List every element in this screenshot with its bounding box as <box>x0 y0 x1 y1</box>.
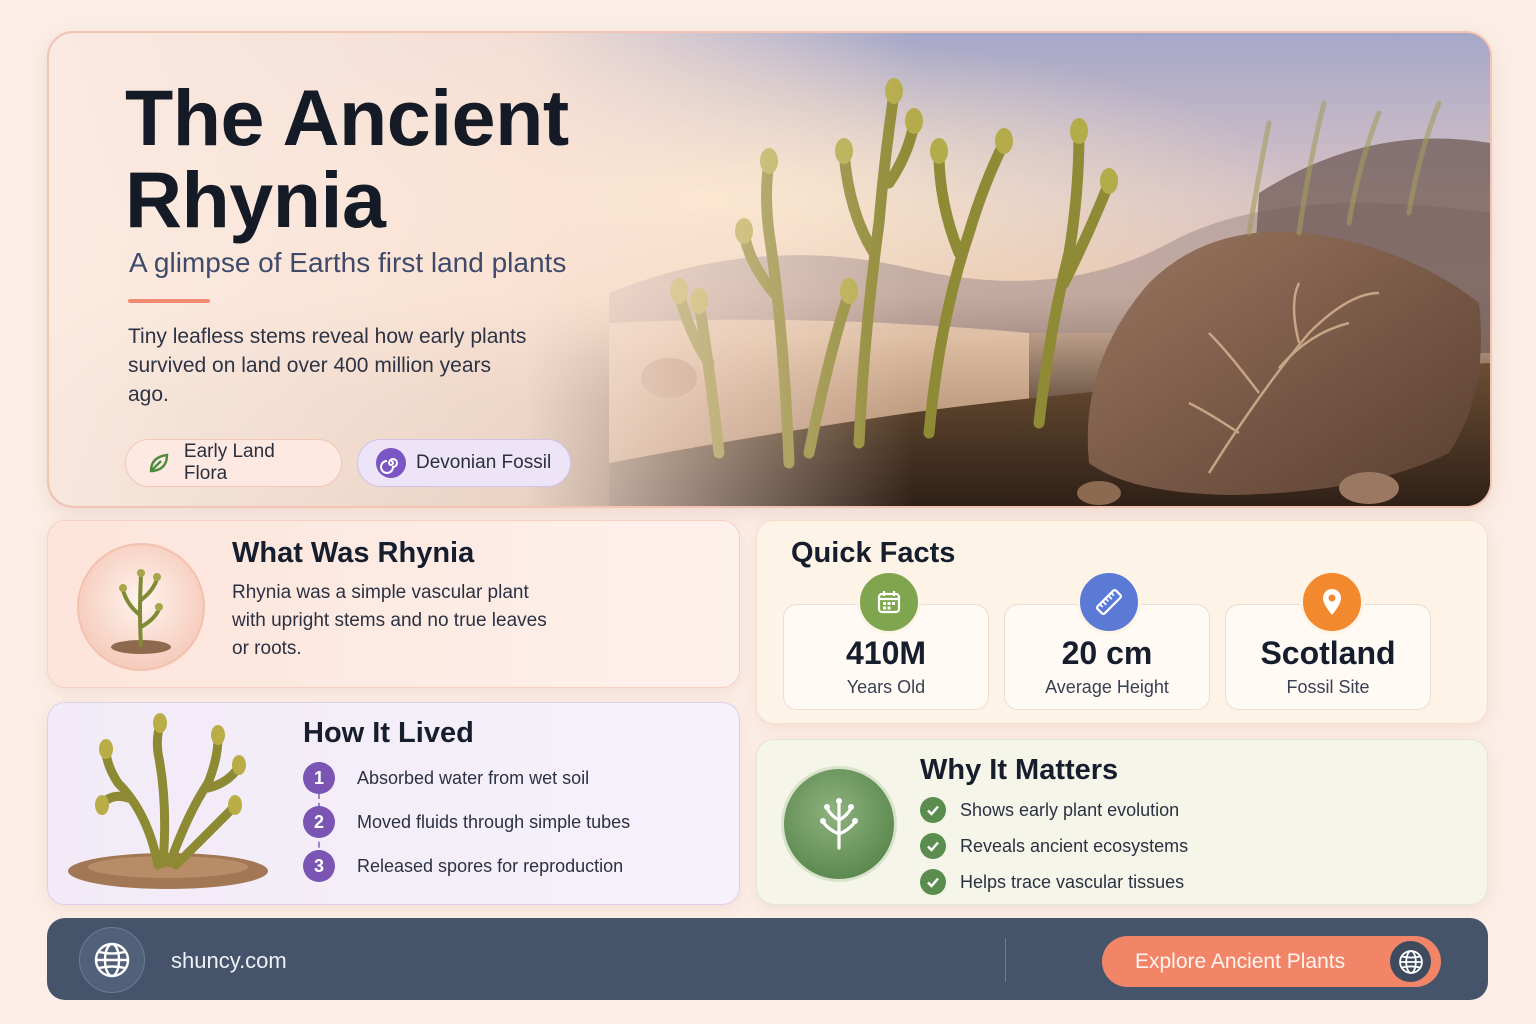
step-text: Released spores for reproduction <box>357 855 624 876</box>
globe-icon <box>1390 941 1431 982</box>
rhynia-plant-icon <box>77 543 205 671</box>
explore-ancient-plants-button[interactable]: Explore Ancient Plants <box>1102 936 1441 987</box>
why-it-matters-card: Why It Matters Shows early plant evoluti… <box>756 739 1488 905</box>
why-title: Why It Matters <box>920 754 1119 786</box>
footer-divider <box>1005 938 1006 982</box>
page-subtitle: A glimpse of Earths first land plants <box>129 247 567 278</box>
check-icon <box>920 833 946 859</box>
globe-icon <box>79 927 145 993</box>
step-text: Absorbed water from wet soil <box>357 767 590 788</box>
fact-value: 20 cm <box>1061 635 1153 671</box>
why-point: Helps trace vascular tissues <box>920 864 1188 900</box>
what-body: Rhynia was a simple vascular plant with … <box>232 582 547 659</box>
step-item: 2 Moved fluids through simple tubes <box>303 800 630 844</box>
why-point-text: Helps trace vascular tissues <box>960 871 1185 892</box>
rhynia-cluster-illustration <box>68 713 268 889</box>
step-number: 3 <box>303 850 335 882</box>
step-item: 1 Absorbed water from wet soil <box>303 756 630 800</box>
why-point: Shows early plant evolution <box>920 792 1188 828</box>
tag-label: Devonian Fossil <box>416 452 552 473</box>
why-point-text: Shows early plant evolution <box>960 799 1180 820</box>
step-item: 3 Released spores for reproduction <box>303 844 630 888</box>
hero-banner: The Ancient Rhynia A glimpse of Earths f… <box>47 31 1492 508</box>
sprout-icon <box>781 766 897 882</box>
tag-label: Early Land Flora <box>183 441 275 484</box>
footer-bar: shuncy.com Explore Ancient Plants <box>47 918 1488 1000</box>
page-title: The Ancient Rhynia <box>125 73 569 244</box>
how-it-lived-card: How It Lived 1 Absorbed water from wet s… <box>47 702 740 905</box>
what-title: What Was Rhynia <box>232 537 475 569</box>
fact-value: 410M <box>845 635 927 671</box>
fact-value: Scotland <box>1260 635 1396 671</box>
why-points: Shows early plant evolution Reveals anci… <box>920 792 1188 900</box>
steps-list: 1 Absorbed water from wet soil 2 Moved f… <box>303 756 630 888</box>
site-url[interactable]: shuncy.com <box>171 948 287 974</box>
quick-facts-card: Quick Facts 410M Years Old 20 cm Average… <box>756 520 1488 724</box>
fact-label: Fossil Site <box>1286 677 1370 697</box>
location-pin-icon <box>1300 570 1364 634</box>
leaf-icon <box>144 448 174 478</box>
step-number: 1 <box>303 762 335 794</box>
check-icon <box>920 797 946 823</box>
title-underline <box>128 299 210 303</box>
check-icon <box>920 869 946 895</box>
tag-devonian-fossil[interactable]: Devonian Fossil <box>357 439 571 487</box>
facts-title: Quick Facts <box>791 537 956 569</box>
fact-label: Average Height <box>1045 677 1169 697</box>
why-point: Reveals ancient ecosystems <box>920 828 1188 864</box>
hero-description: Tiny leafless stems reveal how early pla… <box>128 325 527 406</box>
why-point-text: Reveals ancient ecosystems <box>960 835 1189 856</box>
calendar-icon <box>857 570 921 634</box>
fossil-spiral-icon <box>376 448 406 478</box>
cta-label: Explore Ancient Plants <box>1135 949 1346 973</box>
tag-early-land-flora[interactable]: Early Land Flora <box>125 439 342 487</box>
fact-label: Years Old <box>846 677 926 697</box>
step-number: 2 <box>303 806 335 838</box>
step-text: Moved fluids through simple tubes <box>357 811 631 832</box>
what-was-rhynia-card: What Was Rhynia Rhynia was a simple vasc… <box>47 520 740 688</box>
ruler-icon <box>1077 570 1141 634</box>
how-title: How It Lived <box>303 717 474 749</box>
